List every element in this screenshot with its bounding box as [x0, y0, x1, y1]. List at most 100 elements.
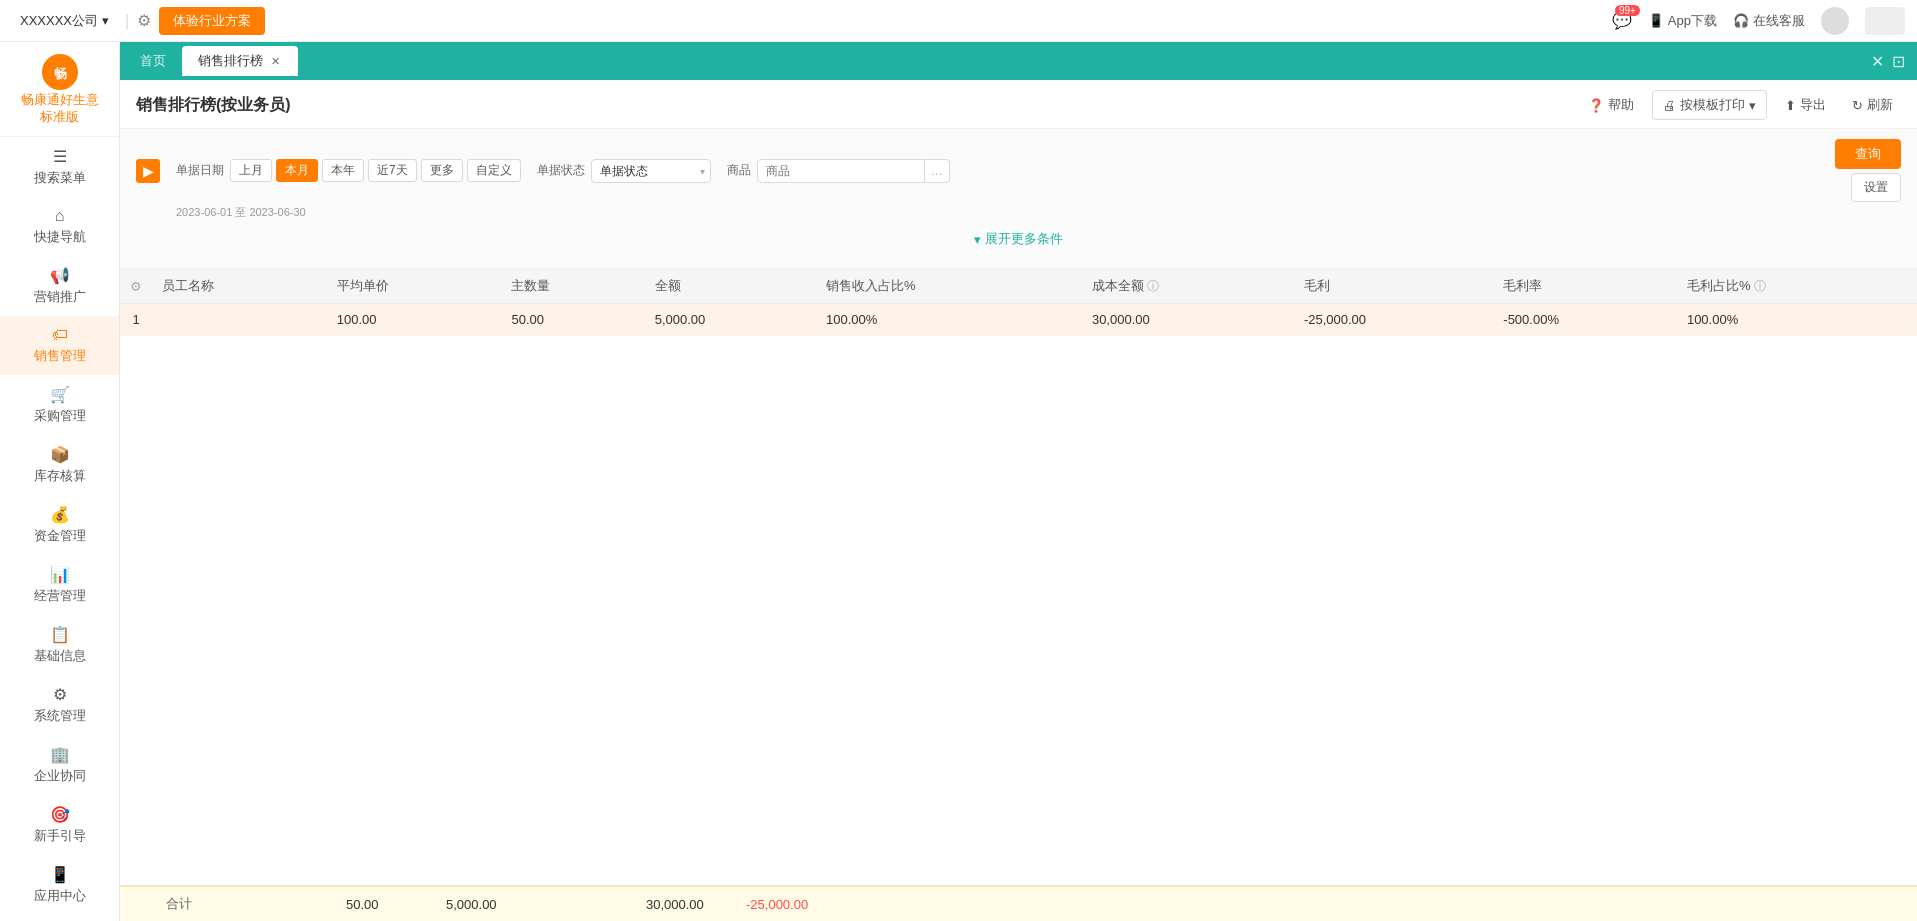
online-service-btn[interactable]: 🎧 在线客服 — [1733, 12, 1805, 30]
status-select[interactable]: 单据状态 — [591, 159, 711, 183]
cost-tooltip-icon: ⓘ — [1147, 279, 1159, 293]
sidebar-item-purchase[interactable]: 🛒 采购管理 — [0, 375, 119, 435]
sidebar-item-system[interactable]: ⚙ 系统管理 — [0, 675, 119, 735]
help-btn[interactable]: ❓ 帮助 — [1580, 92, 1642, 118]
operation-icon: 📊 — [50, 565, 70, 584]
sidebar-item-app-center[interactable]: 📱 应用中心 — [0, 855, 119, 915]
date-btn-7days[interactable]: 近7天 — [368, 159, 417, 182]
th-cost: 成本全额 ⓘ — [1082, 269, 1294, 304]
table-header-row: ⚙ 员工名称 平均单价 主数量 — [120, 269, 1917, 304]
table-container: ⚙ 员工名称 平均单价 主数量 — [120, 269, 1917, 336]
tab-bar-close-btn[interactable]: ✕ — [1871, 52, 1884, 71]
tab-home[interactable]: 首页 — [124, 46, 182, 76]
query-panel: 查询 设置 — [1835, 139, 1901, 202]
print-dropdown-icon: ▾ — [1749, 98, 1756, 113]
sidebar-item-quick-nav[interactable]: ⌂ 快捷导航 — [0, 197, 119, 256]
th-avg-price: 平均单价 — [327, 269, 502, 304]
avatar[interactable] — [1821, 7, 1849, 35]
help-icon: ❓ — [1588, 98, 1604, 113]
sidebar-item-operation[interactable]: 📊 经营管理 — [0, 555, 119, 615]
message-badge: 99+ — [1615, 5, 1640, 16]
footer-label: 合计 — [166, 895, 226, 913]
export-icon: ⬆ — [1785, 98, 1796, 113]
headset-icon: 🎧 — [1733, 13, 1749, 28]
cell-gross-rate: -500.00% — [1493, 304, 1677, 336]
filter-goods: 商品 … — [727, 159, 950, 183]
sidebar-item-wechat[interactable]: 💬 企业微信 — [0, 915, 119, 921]
cell-gross: -25,000.00 — [1294, 304, 1493, 336]
sidebar-item-sales[interactable]: 🏷 销售管理 — [0, 316, 119, 375]
table-area: ⚙ 员工名称 平均单价 主数量 — [120, 269, 1917, 885]
content-area: 首页 销售排行榜 ✕ ✕ ⊡ 销售排行榜(按业务员) ❓ — [120, 42, 1917, 921]
footer-gross: -25,000.00 — [746, 897, 846, 912]
app-download-btn[interactable]: 📱 App下载 — [1648, 12, 1717, 30]
basic-icon: 📋 — [50, 625, 70, 644]
th-gross-rate: 毛利率 — [1493, 269, 1677, 304]
th-gross: 毛利 — [1294, 269, 1493, 304]
settings-btn[interactable]: 设置 — [1851, 173, 1901, 202]
company-selector[interactable]: XXXXXX公司 ▾ — [12, 8, 117, 34]
date-btn-more[interactable]: 更多 — [421, 159, 463, 182]
th-qty: 主数量 — [501, 269, 644, 304]
footer-qty: 50.00 — [346, 897, 446, 912]
date-filter-label: 单据日期 — [176, 162, 224, 179]
print-btn[interactable]: 🖨 按模板打印 ▾ — [1652, 90, 1767, 120]
top-bar-right: 💬 99+ 📱 App下载 🎧 在线客服 — [1612, 7, 1905, 35]
status-select-wrapper: 单据状态 — [591, 159, 711, 183]
th-sales-pct: 销售收入占比% — [816, 269, 1082, 304]
tab-sales-rank[interactable]: 销售排行榜 ✕ — [182, 46, 298, 76]
footer-row: 合计 50.00 5,000.00 30,000.00 -25,000.00 — [120, 886, 1917, 921]
sidebar-item-search-order[interactable]: ☰ 搜索菜单 — [0, 137, 119, 197]
search-order-icon: ☰ — [53, 147, 67, 166]
date-btn-this-year[interactable]: 本年 — [322, 159, 364, 182]
th-amount: 全额 — [645, 269, 816, 304]
data-table: ⚙ 员工名称 平均单价 主数量 — [120, 269, 1917, 336]
goods-filter-label: 商品 — [727, 162, 751, 179]
home-icon: ⌂ — [55, 207, 65, 225]
app-center-icon: 📱 — [50, 865, 70, 884]
query-btn[interactable]: 查询 — [1835, 139, 1901, 169]
company-name: XXXXXX公司 — [20, 12, 98, 30]
logo-icon: 畅 — [40, 52, 80, 92]
date-btn-this-month[interactable]: 本月 — [276, 159, 318, 182]
trial-btn[interactable]: 体验行业方案 — [159, 7, 265, 35]
print-icon: 🖨 — [1663, 98, 1676, 113]
settings-icon-top[interactable]: ⚙ — [137, 11, 151, 30]
th-name: 员工名称 — [152, 269, 327, 304]
export-btn[interactable]: ⬆ 导出 — [1777, 92, 1834, 118]
footer-cost: 30,000.00 — [646, 897, 746, 912]
refresh-btn[interactable]: ↻ 刷新 — [1844, 92, 1901, 118]
table-footer: 合计 50.00 5,000.00 30,000.00 -25,000.00 — [120, 885, 1917, 921]
sidebar-item-guide[interactable]: 🎯 新手引导 — [0, 795, 119, 855]
date-btn-last-month[interactable]: 上月 — [230, 159, 272, 182]
column-settings-icon[interactable]: ⚙ — [130, 279, 142, 294]
filter-expand-icon[interactable]: ▶ — [136, 159, 160, 183]
sidebar-item-basic[interactable]: 📋 基础信息 — [0, 615, 119, 675]
message-btn[interactable]: 💬 99+ — [1612, 11, 1632, 30]
sidebar-item-marketing[interactable]: 📢 营销推广 — [0, 256, 119, 316]
th-settings[interactable]: ⚙ — [120, 269, 152, 304]
goods-input[interactable] — [757, 159, 925, 183]
page-content: 销售排行榜(按业务员) ❓ 帮助 🖨 按模板打印 ▾ ⬆ — [120, 80, 1917, 921]
sales-icon: 🏷 — [52, 326, 68, 344]
date-range-text: 2023-06-01 至 2023-06-30 — [136, 204, 1901, 220]
date-btn-custom[interactable]: 自定义 — [467, 159, 521, 182]
inner-content: 销售排行榜(按业务员) ❓ 帮助 🖨 按模板打印 ▾ ⬆ — [120, 80, 1917, 921]
sidebar-item-inventory[interactable]: 📦 库存核算 — [0, 435, 119, 495]
divider: | — [125, 12, 129, 30]
page-header: 销售排行榜(按业务员) ❓ 帮助 🖨 按模板打印 ▾ ⬆ — [120, 80, 1917, 129]
sidebar-item-finance[interactable]: 💰 资金管理 — [0, 495, 119, 555]
phone-icon: 📱 — [1648, 13, 1664, 28]
chevron-down-icon: ▾ — [102, 13, 109, 28]
tab-bar-right: ✕ ⊡ — [1871, 52, 1913, 71]
cell-sales-pct: 100.00% — [816, 304, 1082, 336]
tab-close-icon[interactable]: ✕ — [269, 55, 282, 68]
expand-more-btn[interactable]: ▾ 展开更多条件 — [966, 226, 1071, 252]
goods-ellipsis-btn[interactable]: … — [925, 159, 950, 183]
enterprise-icon: 🏢 — [50, 745, 70, 764]
page-title: 销售排行榜(按业务员) — [136, 95, 291, 116]
sidebar-item-enterprise[interactable]: 🏢 企业协同 — [0, 735, 119, 795]
tab-bar-restore-btn[interactable]: ⊡ — [1892, 52, 1905, 71]
logo-text: 畅康通好生意 标准版 — [21, 92, 99, 126]
finance-icon: 💰 — [50, 505, 70, 524]
